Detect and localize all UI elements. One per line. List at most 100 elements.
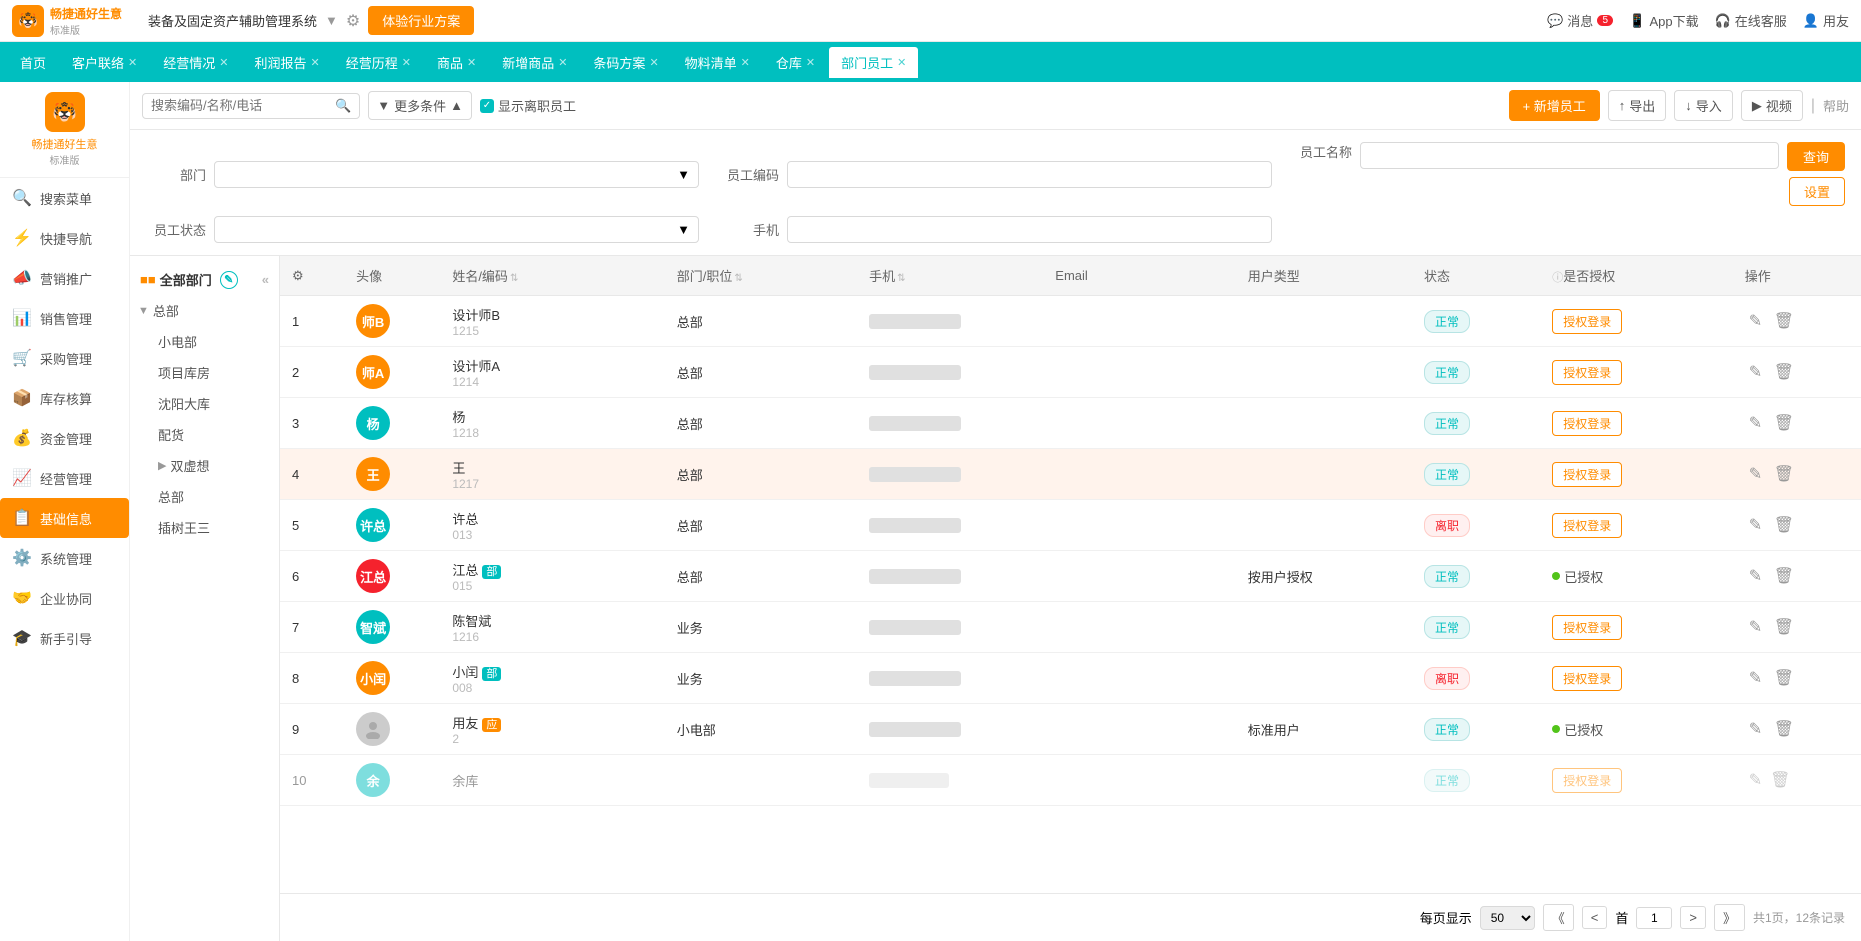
next-page-btn[interactable]: > — [1680, 906, 1706, 929]
prev-page-btn[interactable]: < — [1582, 906, 1608, 929]
delete-icon-6[interactable]: 🗑 — [1770, 617, 1798, 638]
dept-item-3[interactable]: 沈阳大库 — [130, 388, 279, 419]
navtab-商品[interactable]: 商品✕ — [425, 47, 488, 78]
navtab-首页[interactable]: 首页 — [8, 47, 58, 78]
first-page-btn[interactable]: 《 — [1543, 904, 1574, 931]
query-btn[interactable]: 查询 — [1787, 142, 1845, 171]
tab-close-icon[interactable]: ✕ — [897, 56, 906, 69]
dept-collapse-btn[interactable]: « — [262, 272, 269, 287]
edit-icon-2[interactable]: ✎ — [1745, 413, 1766, 434]
edit-icon-3[interactable]: ✎ — [1745, 464, 1766, 485]
msg-btn[interactable]: 💬 消息 5 — [1547, 11, 1613, 30]
search-input[interactable] — [151, 98, 331, 113]
help-btn[interactable]: 帮助 — [1823, 96, 1849, 115]
navtab-经营历程[interactable]: 经营历程✕ — [334, 47, 423, 78]
left-nav-item-6[interactable]: 💰资金管理 — [0, 418, 129, 458]
left-nav-item-11[interactable]: 🎓新手引导 — [0, 618, 129, 658]
delete-icon-3[interactable]: 🗑 — [1770, 464, 1798, 485]
page-size-select[interactable]: 50 100 — [1480, 906, 1535, 930]
tab-close-icon[interactable]: ✕ — [311, 56, 320, 69]
navtab-部门员工[interactable]: 部门员工✕ — [829, 47, 918, 78]
tab-close-icon[interactable]: ✕ — [741, 56, 750, 69]
trial-btn[interactable]: 体验行业方案 — [368, 6, 474, 35]
last-page-btn[interactable]: 》 — [1714, 904, 1745, 931]
auth-btn-7[interactable]: 授权登录 — [1552, 666, 1622, 691]
delete-icon-1[interactable]: 🗑 — [1770, 362, 1798, 383]
left-nav-item-3[interactable]: 📊销售管理 — [0, 298, 129, 338]
navtab-新增商品[interactable]: 新增商品✕ — [490, 47, 579, 78]
search-box[interactable]: 🔍 — [142, 93, 360, 119]
left-nav-item-4[interactable]: 🛒采购管理 — [0, 338, 129, 378]
navtab-条码方案[interactable]: 条码方案✕ — [581, 47, 670, 78]
tab-close-icon[interactable]: ✕ — [128, 56, 137, 69]
left-nav-item-0[interactable]: 🔍搜索菜单 — [0, 178, 129, 218]
navtab-物料清单[interactable]: 物料清单✕ — [673, 47, 762, 78]
tab-close-icon[interactable]: ✕ — [558, 56, 567, 69]
add-employee-btn[interactable]: + 新增员工 — [1509, 90, 1600, 121]
tab-close-icon[interactable]: ✕ — [649, 56, 658, 69]
dept-item-1[interactable]: 小电部 — [130, 326, 279, 357]
delete-icon-8[interactable]: 🗑 — [1770, 719, 1798, 740]
left-nav-item-1[interactable]: ⚡快捷导航 — [0, 218, 129, 258]
auth-btn-4[interactable]: 授权登录 — [1552, 513, 1622, 538]
auth-btn-1[interactable]: 授权登录 — [1552, 360, 1622, 385]
delete-icon-5[interactable]: 🗑 — [1770, 566, 1798, 587]
gear-icon[interactable]: ⚙ — [346, 11, 360, 31]
auth-btn-2[interactable]: 授权登录 — [1552, 411, 1622, 436]
dept-item-5[interactable]: ▶双虚想 — [130, 450, 279, 481]
tab-close-icon[interactable]: ✕ — [467, 56, 476, 69]
auth-btn-0[interactable]: 授权登录 — [1552, 309, 1622, 334]
left-nav-item-9[interactable]: ⚙️系统管理 — [0, 538, 129, 578]
edit-icon-5[interactable]: ✎ — [1745, 566, 1766, 587]
dept-edit-icon[interactable]: ✎ — [220, 271, 238, 289]
edit-icon-6[interactable]: ✎ — [1745, 617, 1766, 638]
delete-icon-7[interactable]: 🗑 — [1770, 668, 1798, 689]
dept-select[interactable]: ▼ — [214, 161, 699, 188]
dept-item-0[interactable]: ▼总部 — [130, 295, 279, 326]
navtab-客户联络[interactable]: 客户联络✕ — [60, 47, 149, 78]
edit-icon-1[interactable]: ✎ — [1745, 362, 1766, 383]
navtab-仓库[interactable]: 仓库✕ — [764, 47, 827, 78]
edit-icon-9[interactable]: ✎ — [1745, 770, 1766, 791]
left-nav-item-8[interactable]: 📋基础信息 — [0, 498, 129, 538]
tab-close-icon[interactable]: ✕ — [219, 56, 228, 69]
th-dept_position[interactable]: 部门/职位⇅ — [665, 256, 857, 296]
phone-input[interactable] — [787, 216, 1272, 243]
navtab-利润报告[interactable]: 利润报告✕ — [242, 47, 331, 78]
left-nav-item-10[interactable]: 🤝企业协同 — [0, 578, 129, 618]
auth-btn-9[interactable]: 授权登录 — [1552, 768, 1622, 793]
tab-close-icon[interactable]: ✕ — [402, 56, 411, 69]
filter-more-btn[interactable]: ▼ 更多条件 ▲ — [368, 91, 472, 120]
import-btn[interactable]: ↓ 导入 — [1674, 90, 1733, 121]
auth-btn-3[interactable]: 授权登录 — [1552, 462, 1622, 487]
emp-name-input[interactable] — [1360, 142, 1779, 169]
auth-btn-6[interactable]: 授权登录 — [1552, 615, 1622, 640]
reset-btn[interactable]: 设置 — [1789, 177, 1845, 206]
left-nav-item-2[interactable]: 📣营销推广 — [0, 258, 129, 298]
navtab-经营情况[interactable]: 经营情况✕ — [151, 47, 240, 78]
delete-icon-0[interactable]: 🗑 — [1770, 311, 1798, 332]
dept-item-6[interactable]: 总部 — [130, 481, 279, 512]
edit-icon-0[interactable]: ✎ — [1745, 311, 1766, 332]
emp-status-select[interactable]: ▼ — [214, 216, 699, 243]
delete-icon-2[interactable]: 🗑 — [1770, 413, 1798, 434]
app-download-btn[interactable]: 📱 App下载 — [1629, 11, 1698, 30]
tab-close-icon[interactable]: ✕ — [806, 56, 815, 69]
delete-icon-9[interactable]: 🗑 — [1766, 770, 1794, 791]
emp-code-input[interactable] — [787, 161, 1272, 188]
page-number-input[interactable] — [1636, 907, 1672, 929]
user-menu[interactable]: 👤 用友 — [1803, 11, 1849, 30]
edit-icon-7[interactable]: ✎ — [1745, 668, 1766, 689]
dept-item-2[interactable]: 项目库房 — [130, 357, 279, 388]
online-service-btn[interactable]: 🎧 在线客服 — [1715, 11, 1787, 30]
show-archived-toggle[interactable]: ✓ 显示离职员工 — [480, 96, 576, 115]
delete-icon-4[interactable]: 🗑 — [1770, 515, 1798, 536]
left-nav-item-7[interactable]: 📈经营管理 — [0, 458, 129, 498]
th-name_code[interactable]: 姓名/编码⇅ — [440, 256, 664, 296]
view-btn[interactable]: ▶ 视频 — [1741, 90, 1803, 121]
dept-item-7[interactable]: 插树王三 — [130, 512, 279, 543]
left-nav-item-5[interactable]: 📦库存核算 — [0, 378, 129, 418]
export-btn[interactable]: ↑ 导出 — [1608, 90, 1667, 121]
edit-icon-8[interactable]: ✎ — [1745, 719, 1766, 740]
th-phone[interactable]: 手机⇅ — [857, 256, 1043, 296]
